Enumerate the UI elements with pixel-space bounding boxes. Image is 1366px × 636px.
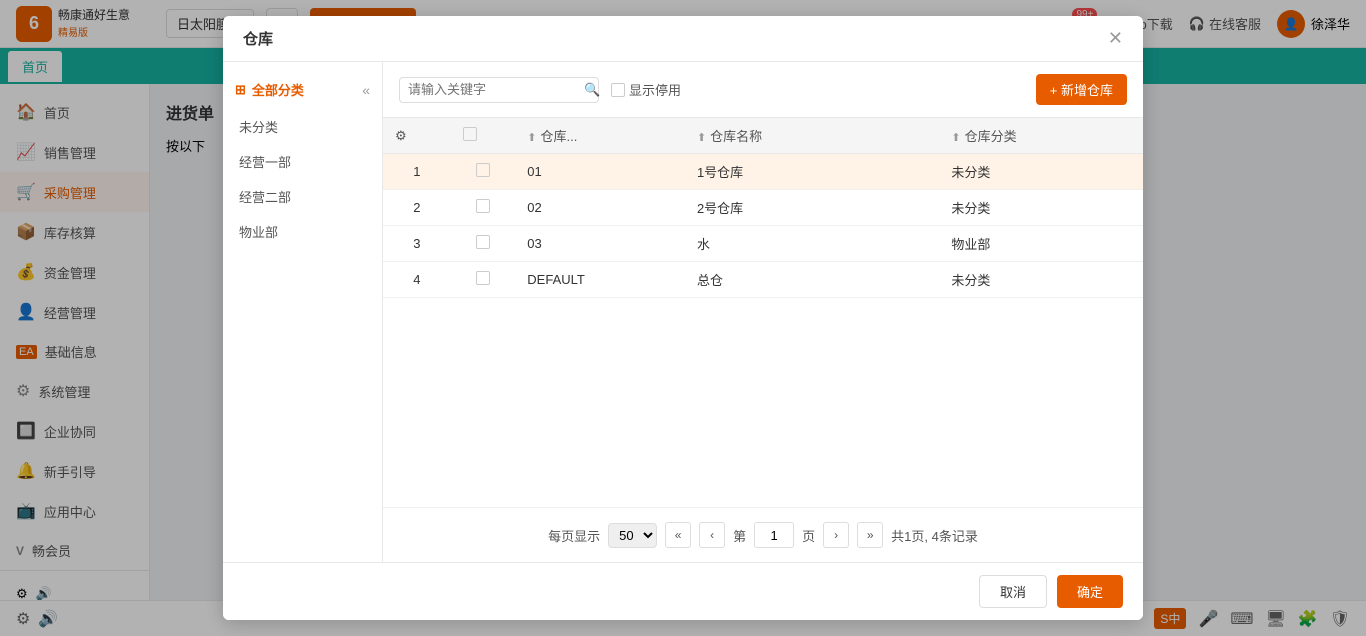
prev-page-button[interactable]: ‹ (699, 522, 725, 548)
search-input[interactable] (408, 82, 584, 97)
grid-icon: ⊞ (235, 82, 246, 98)
row-check[interactable] (451, 154, 515, 190)
modal-footer: 取消 确定 (223, 562, 1143, 620)
row-check[interactable] (451, 226, 515, 262)
th-check (451, 118, 515, 154)
modal-header: 仓库 ✕ (223, 16, 1143, 62)
th-gear: ⚙ (383, 118, 451, 154)
table-container: ⚙ ⬆仓库... ⬆仓库名称 ⬆仓库分类 1 01 (383, 118, 1143, 507)
row-num: 4 (383, 262, 451, 298)
confirm-button[interactable]: 确定 (1057, 575, 1123, 608)
table-body: 1 01 1号仓库 未分类 2 02 2号仓库 未分类 (383, 154, 1143, 298)
row-code: 03 (515, 226, 685, 262)
th-code: ⬆仓库... (515, 118, 685, 154)
page-label: 第 (733, 526, 746, 545)
modal-title: 仓库 (243, 28, 273, 49)
modal-body: ⊞ 全部分类 « 未分类 经营一部 经营二部 物业部 🔍 显示停用 (223, 62, 1143, 562)
total-info: 共1页, 4条记录 (891, 526, 978, 545)
search-box[interactable]: 🔍 (399, 77, 599, 103)
row-num: 3 (383, 226, 451, 262)
page-size-select[interactable]: 50 (608, 523, 657, 548)
row-category: 未分类 (939, 154, 1143, 190)
cancel-button[interactable]: 取消 (979, 575, 1047, 608)
row-category: 物业部 (939, 226, 1143, 262)
row-check[interactable] (451, 262, 515, 298)
category-header: ⊞ 全部分类 « (223, 74, 382, 109)
table-row[interactable]: 2 02 2号仓库 未分类 (383, 190, 1143, 226)
row-code: DEFAULT (515, 262, 685, 298)
warehouse-table: ⚙ ⬆仓库... ⬆仓库名称 ⬆仓库分类 1 01 (383, 118, 1143, 298)
search-icon[interactable]: 🔍 (584, 82, 600, 98)
table-header-row: ⚙ ⬆仓库... ⬆仓库名称 ⬆仓库分类 (383, 118, 1143, 154)
close-icon[interactable]: ✕ (1108, 28, 1123, 49)
row-code: 01 (515, 154, 685, 190)
collapse-icon[interactable]: « (362, 82, 370, 98)
category-item-property[interactable]: 物业部 (223, 214, 382, 249)
next-page-button[interactable]: › (823, 522, 849, 548)
row-name: 水 (685, 226, 939, 262)
category-panel: ⊞ 全部分类 « 未分类 经营一部 经营二部 物业部 (223, 62, 383, 562)
row-category: 未分类 (939, 190, 1143, 226)
row-check[interactable] (451, 190, 515, 226)
add-warehouse-button[interactable]: + 新增仓库 (1036, 74, 1127, 105)
last-page-button[interactable]: » (857, 522, 883, 548)
checkbox-icon[interactable] (611, 83, 625, 97)
row-name: 总仓 (685, 262, 939, 298)
row-name: 1号仓库 (685, 154, 939, 190)
warehouse-modal: 仓库 ✕ ⊞ 全部分类 « 未分类 经营一部 经营二部 物业部 🔍 (223, 16, 1143, 620)
row-num: 1 (383, 154, 451, 190)
show-disabled-label: 显示停用 (629, 80, 681, 99)
row-num: 2 (383, 190, 451, 226)
category-all-label: 全部分类 (252, 80, 304, 99)
th-name: ⬆仓库名称 (685, 118, 939, 154)
per-page-label: 每页显示 (548, 526, 600, 545)
row-name: 2号仓库 (685, 190, 939, 226)
table-panel: 🔍 显示停用 + 新增仓库 ⚙ ⬆仓库... ⬆仓库名称 (383, 62, 1143, 562)
show-disabled-checkbox[interactable]: 显示停用 (611, 80, 681, 99)
select-all-checkbox[interactable] (463, 127, 477, 141)
page-number-input[interactable] (754, 522, 794, 548)
table-toolbar: 🔍 显示停用 + 新增仓库 (383, 62, 1143, 118)
category-item-ops2[interactable]: 经营二部 (223, 179, 382, 214)
row-code: 02 (515, 190, 685, 226)
pagination: 每页显示 50 « ‹ 第 页 › » 共1页, 4条记录 (383, 507, 1143, 562)
category-item-uncategorized[interactable]: 未分类 (223, 109, 382, 144)
category-all[interactable]: ⊞ 全部分类 (235, 80, 304, 99)
category-item-ops1[interactable]: 经营一部 (223, 144, 382, 179)
first-page-button[interactable]: « (665, 522, 691, 548)
th-category: ⬆仓库分类 (939, 118, 1143, 154)
table-head: ⚙ ⬆仓库... ⬆仓库名称 ⬆仓库分类 (383, 118, 1143, 154)
page-unit: 页 (802, 526, 815, 545)
table-row[interactable]: 1 01 1号仓库 未分类 (383, 154, 1143, 190)
table-row[interactable]: 4 DEFAULT 总仓 未分类 (383, 262, 1143, 298)
table-row[interactable]: 3 03 水 物业部 (383, 226, 1143, 262)
gear-th-icon: ⚙ (395, 128, 407, 143)
row-category: 未分类 (939, 262, 1143, 298)
